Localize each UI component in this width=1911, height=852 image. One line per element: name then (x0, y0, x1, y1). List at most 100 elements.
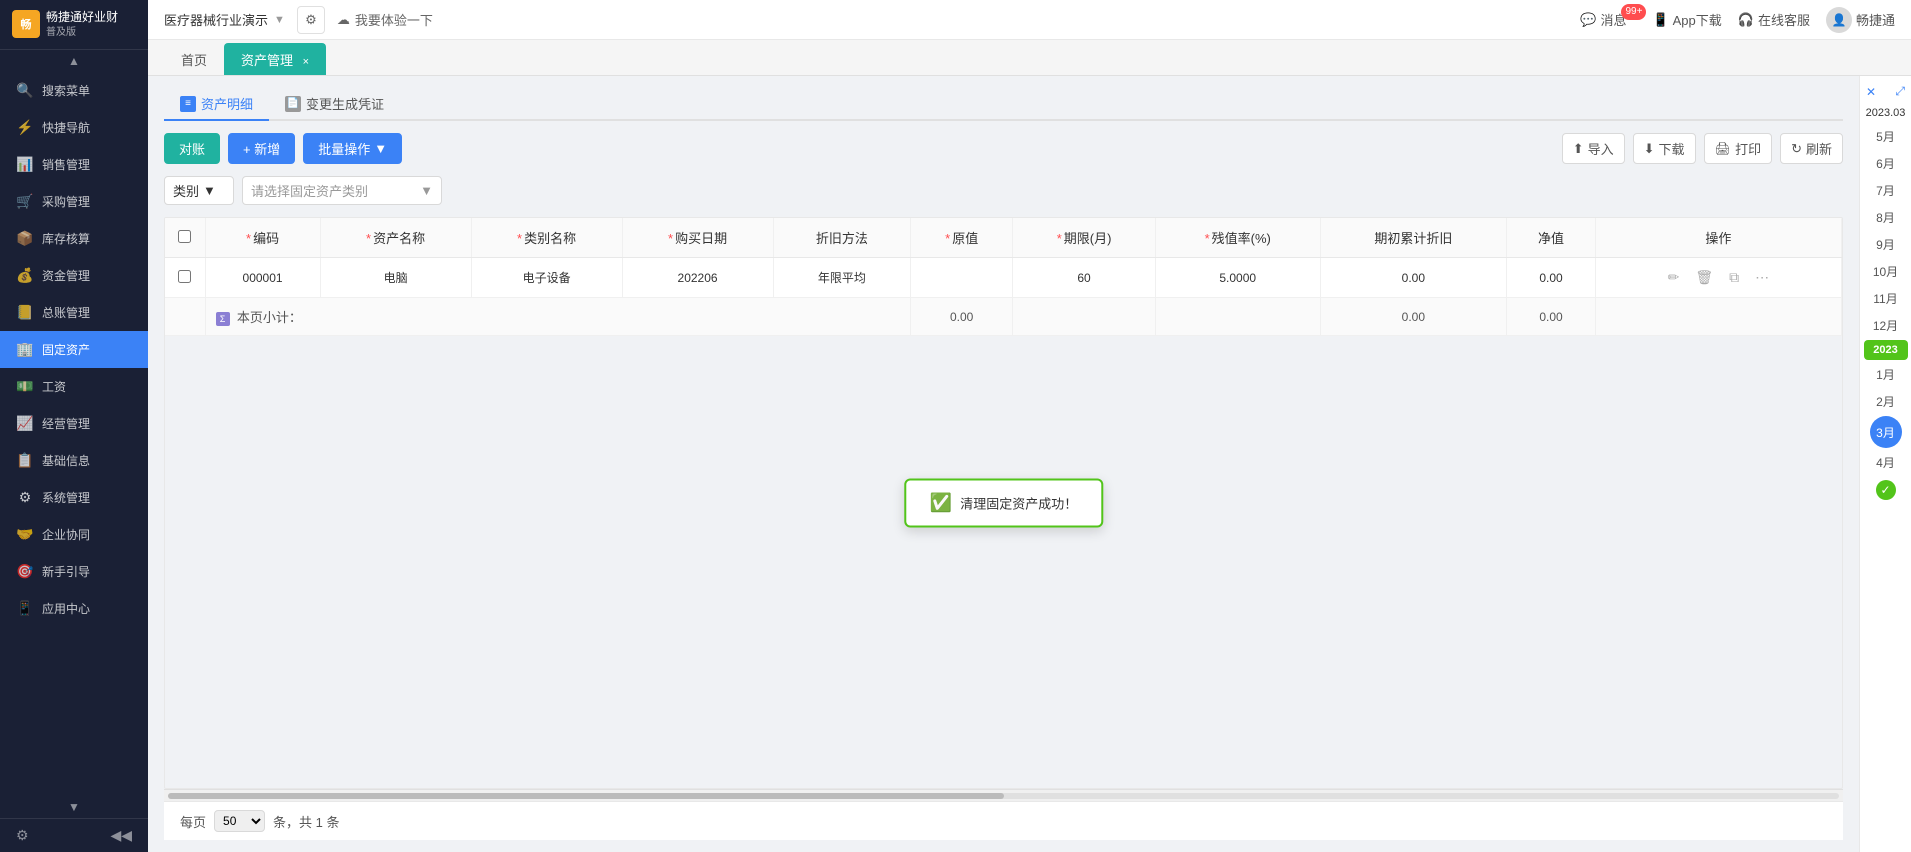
duizhang-button[interactable]: 对账 (164, 133, 220, 164)
sidebar-item-fixed-assets[interactable]: 🏢 固定资产 (0, 331, 148, 368)
settings-button[interactable]: ⚙ (297, 6, 325, 34)
sidebar-item-label: 库存核算 (42, 230, 90, 247)
new-button[interactable]: + 新增 (228, 133, 295, 164)
sidebar-item-enterprise[interactable]: 🤝 企业协同 (0, 516, 148, 553)
subtotal-original-value: 0.00 (911, 298, 1013, 336)
subtotal-label: 本页小计： (237, 310, 302, 325)
calendar-month-5[interactable]: 5月 (1864, 124, 1908, 149)
subtotal-net-value: 0.00 (1507, 298, 1596, 336)
sidebar-item-quick-nav[interactable]: ⚡ 快捷导航 (0, 109, 148, 146)
sidebar-item-label: 快捷导航 (42, 119, 90, 136)
calendar-month-12[interactable]: 12月 (1864, 313, 1908, 338)
calendar-month-4[interactable]: 4月 (1864, 450, 1908, 475)
sidebar-item-label: 销售管理 (42, 156, 90, 173)
main-area: 医疗器械行业演示 ▼ ⚙ ☁ 我要体验一下 💬 消息 99+ 📱 App下载 🎧… (148, 0, 1911, 852)
category-type-select[interactable]: 请选择固定资产类别 ▼ (242, 176, 442, 205)
sidebar-item-app-center[interactable]: 📱 应用中心 (0, 590, 148, 627)
app-download-button[interactable]: 📱 App下载 (1652, 10, 1721, 29)
th-period: *期限(月) (1013, 218, 1156, 258)
settings-bottom-icon[interactable]: ⚙ (16, 827, 29, 844)
calendar-month-1[interactable]: 1月 (1864, 362, 1908, 387)
panel-expand-button[interactable]: ⤢ (1895, 84, 1905, 99)
calendar-month-10[interactable]: 10月 (1864, 259, 1908, 284)
sidebar-item-ledger[interactable]: 📒 总账管理 (0, 294, 148, 331)
select-all-checkbox[interactable] (178, 230, 191, 243)
cloud-icon: ☁ (337, 12, 350, 28)
sub-tab-voucher[interactable]: 📄 变更生成凭证 (269, 88, 400, 121)
messages-button[interactable]: 💬 消息 99+ (1580, 10, 1636, 29)
system-icon: ⚙ (16, 489, 34, 506)
calendar-month-8[interactable]: 8月 (1864, 205, 1908, 230)
refresh-label: 刷新 (1806, 139, 1832, 158)
batch-button[interactable]: 批量操作 ▼ (303, 133, 402, 164)
sub-tab-asset-detail[interactable]: ≡ 资产明细 (164, 88, 269, 121)
row-category: 电子设备 (471, 258, 622, 298)
download-arrow-icon: ⬇ (1644, 141, 1655, 157)
sidebar-item-basic-info[interactable]: 📋 基础信息 (0, 442, 148, 479)
sidebar-item-label: 资金管理 (42, 267, 90, 284)
calendar-month-6[interactable]: 6月 (1864, 151, 1908, 176)
refresh-icon: ↻ (1791, 141, 1802, 157)
calendar-month-9[interactable]: 9月 (1864, 232, 1908, 257)
sidebar-scroll-down[interactable]: ▼ (0, 796, 148, 818)
subtotal-empty-3 (1155, 298, 1320, 336)
print-button[interactable]: 🖨 打印 (1704, 133, 1773, 164)
delete-icon[interactable]: 🗑 (1691, 267, 1717, 288)
avatar: 👤 (1826, 7, 1852, 33)
more-icon[interactable]: ⋯ (1751, 267, 1773, 288)
horizontal-scrollbar[interactable] (164, 789, 1843, 801)
per-page-select[interactable]: 50 100 200 (214, 810, 265, 832)
filter-row: 类别 ▼ 请选择固定资产类别 ▼ (164, 176, 1843, 205)
import-label: 导入 (1588, 139, 1614, 158)
scrollbar-thumb[interactable] (168, 793, 1004, 799)
sidebar-item-search[interactable]: 🔍 搜索菜单 (0, 72, 148, 109)
sidebar-scroll-up[interactable]: ▲ (0, 50, 148, 72)
refresh-button[interactable]: ↻ 刷新 (1780, 133, 1843, 164)
right-panel: ✕ ⤢ 2023.03 5月 6月 7月 8月 9月 10月 11月 12月 2… (1859, 76, 1911, 852)
sidebar-item-inventory[interactable]: 📦 库存核算 (0, 220, 148, 257)
copy-icon[interactable]: ⧉ (1725, 267, 1743, 288)
company-selector[interactable]: 医疗器械行业演示 ▼ (164, 10, 285, 29)
sidebar-item-guide[interactable]: 🎯 新手引导 (0, 553, 148, 590)
message-icon: 💬 (1580, 12, 1596, 28)
tabs-bar: 首页 资产管理 × (148, 40, 1911, 76)
sidebar-item-system[interactable]: ⚙ 系统管理 (0, 479, 148, 516)
row-purchase-date: 202206 (622, 258, 773, 298)
customer-service-button[interactable]: 🎧 在线客服 (1738, 10, 1810, 29)
tab-home[interactable]: 首页 (164, 43, 224, 75)
edit-icon[interactable]: ✏ (1664, 267, 1684, 288)
user-name: 畅捷通 (1856, 10, 1895, 29)
sidebar-item-payroll[interactable]: 💵 工资 (0, 368, 148, 405)
tab-asset-management[interactable]: 资产管理 × (224, 43, 326, 75)
calendar-month-11[interactable]: 11月 (1864, 286, 1908, 311)
collapse-icon[interactable]: ◀◀ (110, 827, 132, 844)
experience-button[interactable]: ☁ 我要体验一下 (337, 10, 433, 29)
row-original-value (911, 258, 1013, 298)
row-checkbox[interactable] (178, 270, 191, 283)
asset-table-wrap: *编码 *资产名称 *类别名称 *购买日期 折旧方法 *原值 *期限(月) *残… (164, 217, 1843, 789)
sidebar-item-purchase[interactable]: 🛒 采购管理 (0, 183, 148, 220)
messages-badge: 99+ (1621, 4, 1646, 20)
company-name: 医疗器械行业演示 (164, 10, 268, 29)
row-depreciation-method: 年限平均 (773, 258, 911, 298)
subtotal-initial-accumulated: 0.00 (1320, 298, 1507, 336)
sidebar-item-operations[interactable]: 📈 经营管理 (0, 405, 148, 442)
th-code: *编码 (205, 218, 320, 258)
subtotal-label-cell: Σ 本页小计： (205, 298, 911, 336)
sidebar-item-funds[interactable]: 💰 资金管理 (0, 257, 148, 294)
row-net-value: 0.00 (1507, 258, 1596, 298)
category-select[interactable]: 类别 ▼ (164, 176, 234, 205)
calendar-month-7[interactable]: 7月 (1864, 178, 1908, 203)
calendar-confirm-button[interactable]: ✓ (1876, 480, 1896, 500)
batch-chevron-icon: ▼ (374, 141, 387, 156)
user-profile[interactable]: 👤 畅捷通 (1826, 7, 1895, 33)
calendar-month-3-current[interactable]: 3月 (1870, 416, 1902, 448)
tab-close-icon[interactable]: × (303, 56, 309, 68)
panel-close-button[interactable]: ✕ (1866, 85, 1876, 99)
total-text: 条，共 1 条 (273, 812, 339, 831)
calendar-month-2[interactable]: 2月 (1864, 389, 1908, 414)
sidebar-item-sales[interactable]: 📊 销售管理 (0, 146, 148, 183)
download-button[interactable]: ⬇ 下载 (1633, 133, 1696, 164)
th-actions: 操作 (1595, 218, 1841, 258)
import-button[interactable]: ⬆ 导入 (1562, 133, 1625, 164)
